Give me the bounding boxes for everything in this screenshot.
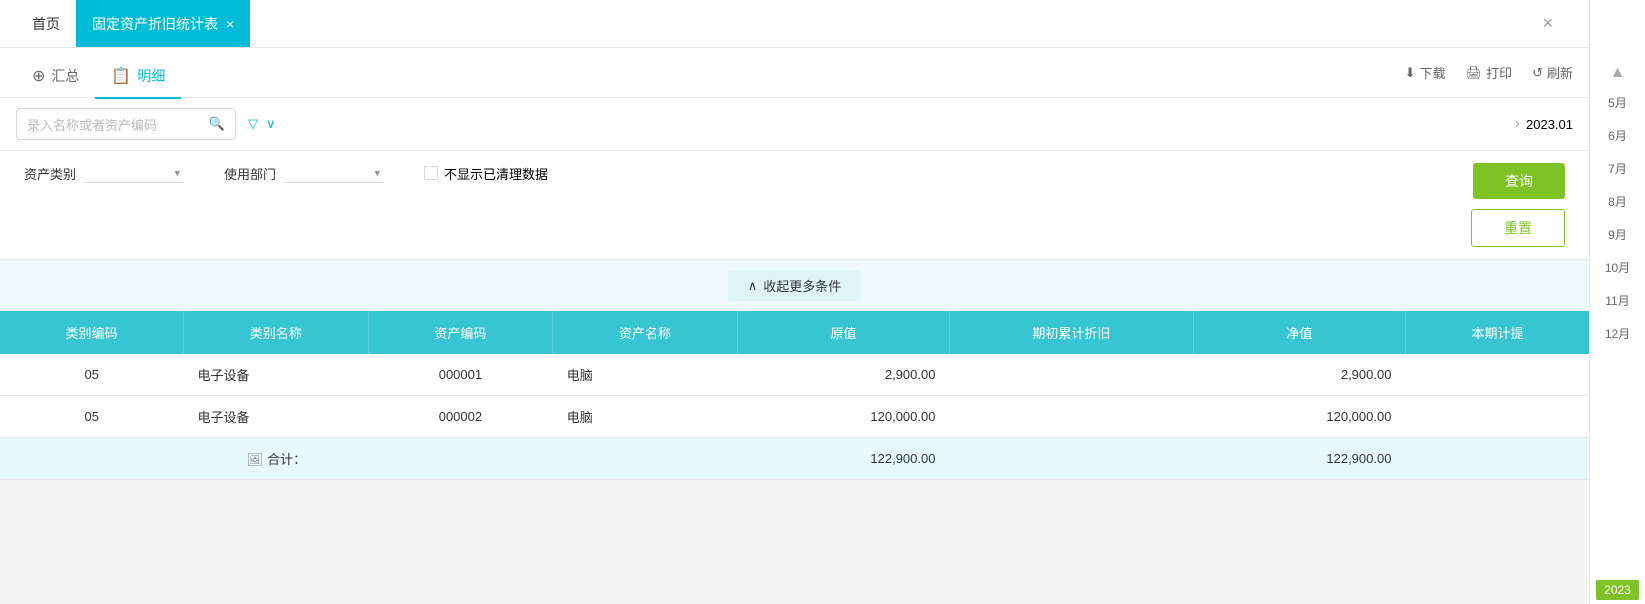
tab-actions: ⬇ 下载 🖨 打印 ↺ 刷新 [1405,63,1573,82]
col-header-category-name: 类别名称 [183,311,368,354]
hide-cleared-label: 不显示已清理数据 [444,164,548,183]
print-button[interactable]: 🖨 打印 [1466,63,1513,82]
cell-category-name: 电子设备 [183,354,368,396]
chevron-down-icon: ∨ [266,116,276,132]
tab-summary[interactable]: ⊕ 汇总 [16,55,95,99]
asset-category-filter: 资产类别 [24,163,184,183]
search-input-wrapper[interactable]: 录入名称或者资产编码 🔍 [16,108,236,140]
download-button[interactable]: ⬇ 下载 [1405,63,1446,82]
col-header-accumulated-depreciation: 期初累计折旧 [949,311,1193,354]
sidebar-month-item[interactable]: 12月 [1605,317,1630,350]
summary-icon: ⊕ [32,66,45,86]
download-icon: ⬇ [1405,65,1416,81]
cell-asset-name: 电脑 [553,396,738,438]
active-tab-label: 固定资产折旧统计表 [92,14,218,34]
search-icon: 🔍 [209,116,225,132]
search-placeholder: 录入名称或者资产编码 [27,115,157,134]
col-header-current-depreciation: 本期计提 [1405,311,1589,354]
cell-current-depreciation [1405,396,1589,438]
collapse-label: 收起更多条件 [763,276,841,295]
reset-button[interactable]: 重置 [1471,209,1565,247]
hide-cleared-checkbox[interactable]: 不显示已清理数据 [424,164,548,183]
cell-accumulated-depreciation [949,354,1193,396]
department-filter: 使用部门 [224,163,384,183]
more-conditions-button[interactable]: ▽ ∨ [248,116,276,132]
sidebar-month-item[interactable]: 7月 [1605,152,1630,185]
collapse-icon: ∧ [748,278,758,294]
cell-category-code: 05 [0,354,183,396]
tab-summary-label: 汇总 [51,66,79,86]
summary-current-depreciation [1405,438,1589,480]
cell-category-name: 电子设备 [183,396,368,438]
collapse-row: ∧ 收起更多条件 [0,260,1589,311]
collapse-button[interactable]: ∧ 收起更多条件 [728,270,862,301]
sidebar-month-item[interactable]: 9月 [1605,218,1630,251]
sidebar-month-item[interactable]: 5月 [1605,86,1630,119]
print-label: 打印 [1486,63,1512,82]
cell-category-code: 05 [0,396,183,438]
query-button[interactable]: 查询 [1473,163,1565,199]
print-icon: 🖨 [1466,65,1483,81]
cell-original-value: 120,000.00 [737,396,949,438]
checkbox-box[interactable] [424,166,438,180]
cell-asset-name: 电脑 [553,354,738,396]
summary-accumulated-depreciation [949,438,1193,480]
asset-category-select-wrapper[interactable] [84,163,184,183]
date-display: 2023.01 [1526,117,1573,132]
table-header-row: 类别编码 类别名称 资产编码 资产名称 原值 期初累计折旧 净值 本期计提 [0,311,1589,354]
home-nav[interactable]: 首页 [16,0,76,47]
year-badge: 2023 [1596,580,1639,600]
detail-icon: 📋 [111,66,131,86]
sidebar-month-item[interactable]: 6月 [1605,119,1630,152]
col-header-asset-name: 资产名称 [553,311,738,354]
table-row: 05 电子设备 000001 电脑 2,900.00 2,900.00 [0,354,1589,396]
col-header-category-code: 类别编码 [0,311,183,354]
cell-net-value: 120,000.00 [1193,396,1405,438]
data-table-container: 类别编码 类别名称 资产编码 资产名称 原值 期初累计折旧 净值 本期计提 05… [0,311,1589,480]
sidebar-month-item[interactable]: 8月 [1605,185,1630,218]
table-row: 05 电子设备 000002 电脑 120,000.00 120,000.00 [0,396,1589,438]
refresh-icon: ↺ [1532,65,1543,81]
col-header-original-value: 原值 [737,311,949,354]
cell-asset-code: 000001 [368,354,553,396]
right-sidebar: ▲ 5月6月7月8月9月10月11月12月 2023 [1589,0,1645,604]
department-select[interactable] [284,163,384,183]
summary-original-value: 122,900.00 [737,438,949,480]
department-select-wrapper[interactable] [284,163,384,183]
scroll-up-button[interactable]: ▲ [1610,60,1626,86]
active-tab[interactable]: 固定资产折旧统计表 × [76,0,250,47]
filter-actions: 查询 重置 [1471,163,1565,247]
cell-current-depreciation [1405,354,1589,396]
summary-asset-name [553,438,738,480]
filter-area: 资产类别 使用部门 [0,151,1589,260]
tab-detail-label: 明细 [137,66,165,86]
data-table: 类别编码 类别名称 资产编码 资产名称 原值 期初累计折旧 净值 本期计提 05… [0,311,1589,480]
summary-net-value: 122,900.00 [1193,438,1405,480]
summary-icon: 🖼 [247,452,264,467]
prev-date-icon[interactable]: › [1515,115,1520,133]
department-label: 使用部门 [224,164,276,183]
refresh-label: 刷新 [1547,63,1573,82]
refresh-button[interactable]: ↺ 刷新 [1532,63,1573,82]
tab-detail[interactable]: 📋 明细 [95,55,181,99]
summary-label-cell: 🖼合计： [0,438,553,480]
window-close-button[interactable]: × [1522,0,1573,47]
download-label: 下载 [1420,63,1446,82]
tab-bar: ⊕ 汇总 📋 明细 ⬇ 下载 🖨 打印 ↺ 刷新 [0,48,1589,98]
close-tab-button[interactable]: × [226,17,234,31]
sidebar-month-item[interactable]: 10月 [1605,251,1630,284]
cell-asset-code: 000002 [368,396,553,438]
filter-icon: ▽ [248,116,258,132]
cell-accumulated-depreciation [949,396,1193,438]
cell-original-value: 2,900.00 [737,354,949,396]
asset-category-label: 资产类别 [24,164,76,183]
search-bar: 录入名称或者资产编码 🔍 ▽ ∨ › 2023.01 [0,98,1589,151]
sidebar-month-item[interactable]: 11月 [1605,284,1630,317]
cell-net-value: 2,900.00 [1193,354,1405,396]
summary-row: 🖼合计： 122,900.00 122,900.00 [0,438,1589,480]
col-header-asset-code: 资产编码 [368,311,553,354]
asset-category-select[interactable] [84,163,184,183]
tab-buttons: ⊕ 汇总 📋 明细 [16,48,181,97]
col-header-net-value: 净值 [1193,311,1405,354]
